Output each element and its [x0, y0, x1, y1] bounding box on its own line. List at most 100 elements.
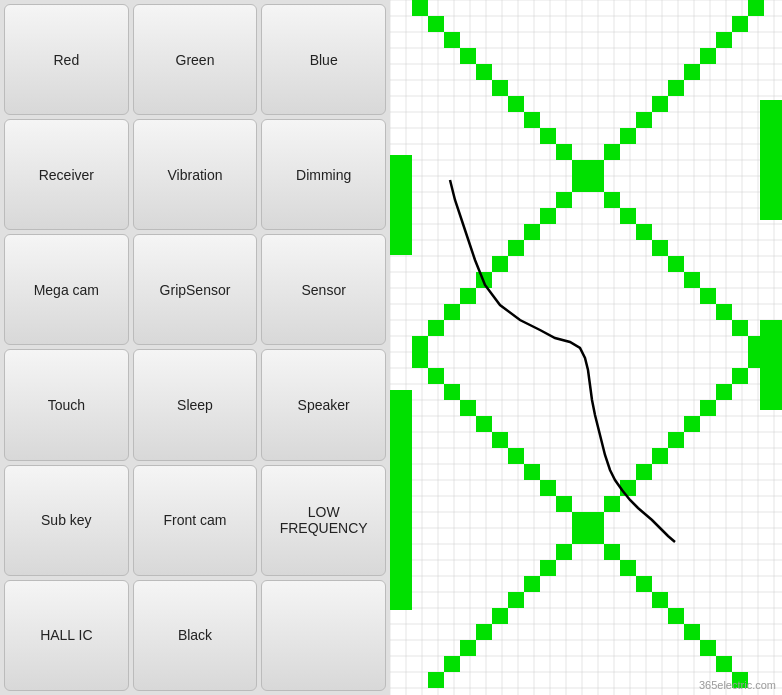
svg-rect-86 [508, 592, 524, 608]
svg-rect-41 [540, 208, 556, 224]
grid-btn-low-frequency[interactable]: LOW FREQUENCY [261, 465, 386, 576]
svg-rect-53 [460, 400, 476, 416]
svg-rect-85 [524, 576, 540, 592]
svg-rect-56 [508, 448, 524, 464]
grid-btn-sleep[interactable]: Sleep [133, 349, 258, 460]
grid-btn-sub-key[interactable]: Sub key [4, 465, 129, 576]
svg-rect-6 [412, 0, 428, 16]
svg-rect-31 [700, 48, 716, 64]
svg-rect-48 [428, 320, 444, 336]
svg-rect-20 [636, 224, 652, 240]
svg-rect-22 [668, 256, 684, 272]
grid-btn-vibration[interactable]: Vibration [133, 119, 258, 230]
svg-rect-24 [700, 288, 716, 304]
svg-rect-27 [748, 336, 764, 352]
grid-btn-empty[interactable] [261, 580, 386, 691]
svg-rect-4 [760, 100, 782, 220]
svg-rect-11 [492, 80, 508, 96]
svg-rect-1 [390, 0, 782, 695]
svg-rect-87 [492, 608, 508, 624]
grid-btn-front-cam[interactable]: Front cam [133, 465, 258, 576]
svg-rect-65 [652, 592, 668, 608]
svg-rect-57 [524, 464, 540, 480]
watermark-text: 365electric.com [699, 679, 776, 691]
svg-rect-26 [732, 320, 748, 336]
svg-rect-47 [444, 304, 460, 320]
svg-rect-58 [540, 480, 556, 496]
svg-rect-77 [652, 448, 668, 464]
svg-rect-71 [748, 352, 764, 368]
svg-rect-60 [572, 512, 588, 528]
svg-rect-35 [636, 112, 652, 128]
svg-rect-51 [428, 368, 444, 384]
svg-rect-81 [588, 512, 604, 528]
svg-rect-76 [668, 432, 684, 448]
svg-rect-69 [716, 656, 732, 672]
svg-rect-63 [620, 560, 636, 576]
svg-rect-42 [524, 224, 540, 240]
svg-rect-54 [476, 416, 492, 432]
svg-rect-16 [572, 160, 588, 176]
svg-rect-17 [588, 176, 604, 192]
svg-rect-3 [390, 390, 412, 610]
svg-rect-43 [508, 240, 524, 256]
svg-rect-72 [732, 368, 748, 384]
svg-rect-55 [492, 432, 508, 448]
chart-panel: 365electric.com [390, 0, 782, 695]
svg-rect-2 [390, 155, 412, 255]
svg-rect-18 [604, 192, 620, 208]
grid-btn-blue[interactable]: Blue [261, 4, 386, 115]
svg-rect-67 [684, 624, 700, 640]
svg-rect-73 [716, 384, 732, 400]
svg-rect-7 [428, 16, 444, 32]
svg-rect-84 [540, 560, 556, 576]
svg-rect-19 [620, 208, 636, 224]
svg-rect-52 [444, 384, 460, 400]
svg-rect-14 [540, 128, 556, 144]
svg-rect-28 [748, 0, 764, 16]
svg-rect-62 [604, 544, 620, 560]
grid-btn-dimming[interactable]: Dimming [261, 119, 386, 230]
svg-rect-61 [588, 528, 604, 544]
svg-rect-75 [684, 416, 700, 432]
grid-btn-red[interactable]: Red [4, 4, 129, 115]
svg-rect-90 [444, 656, 460, 672]
svg-rect-59 [556, 496, 572, 512]
svg-rect-30 [716, 32, 732, 48]
grid-btn-mega-cam[interactable]: Mega cam [4, 234, 129, 345]
svg-rect-25 [716, 304, 732, 320]
svg-rect-88 [476, 624, 492, 640]
svg-rect-29 [732, 16, 748, 32]
svg-rect-39 [572, 176, 588, 192]
svg-rect-89 [460, 640, 476, 656]
svg-rect-23 [684, 272, 700, 288]
grid-btn-sensor[interactable]: Sensor [261, 234, 386, 345]
svg-rect-40 [556, 192, 572, 208]
svg-rect-91 [428, 672, 444, 688]
svg-rect-13 [524, 112, 540, 128]
svg-rect-33 [668, 80, 684, 96]
chart-svg [390, 0, 782, 695]
svg-rect-21 [652, 240, 668, 256]
svg-rect-83 [556, 544, 572, 560]
grid-btn-receiver[interactable]: Receiver [4, 119, 129, 230]
grid-btn-green[interactable]: Green [133, 4, 258, 115]
svg-rect-12 [508, 96, 524, 112]
svg-rect-64 [636, 576, 652, 592]
grid-btn-gripsensor[interactable]: GripSensor [133, 234, 258, 345]
svg-rect-15 [556, 144, 572, 160]
svg-rect-34 [652, 96, 668, 112]
svg-rect-10 [476, 64, 492, 80]
grid-btn-black[interactable]: Black [133, 580, 258, 691]
svg-rect-74 [700, 400, 716, 416]
svg-rect-82 [572, 528, 588, 544]
grid-btn-hall-ic[interactable]: HALL IC [4, 580, 129, 691]
svg-rect-36 [620, 128, 636, 144]
grid-btn-speaker[interactable]: Speaker [261, 349, 386, 460]
svg-rect-78 [636, 464, 652, 480]
button-grid: RedGreenBlue ReceiverVibrationDimming Mega… [0, 0, 390, 695]
svg-rect-49 [412, 336, 428, 352]
svg-rect-79 [620, 480, 636, 496]
grid-btn-touch[interactable]: Touch [4, 349, 129, 460]
svg-rect-38 [588, 160, 604, 176]
